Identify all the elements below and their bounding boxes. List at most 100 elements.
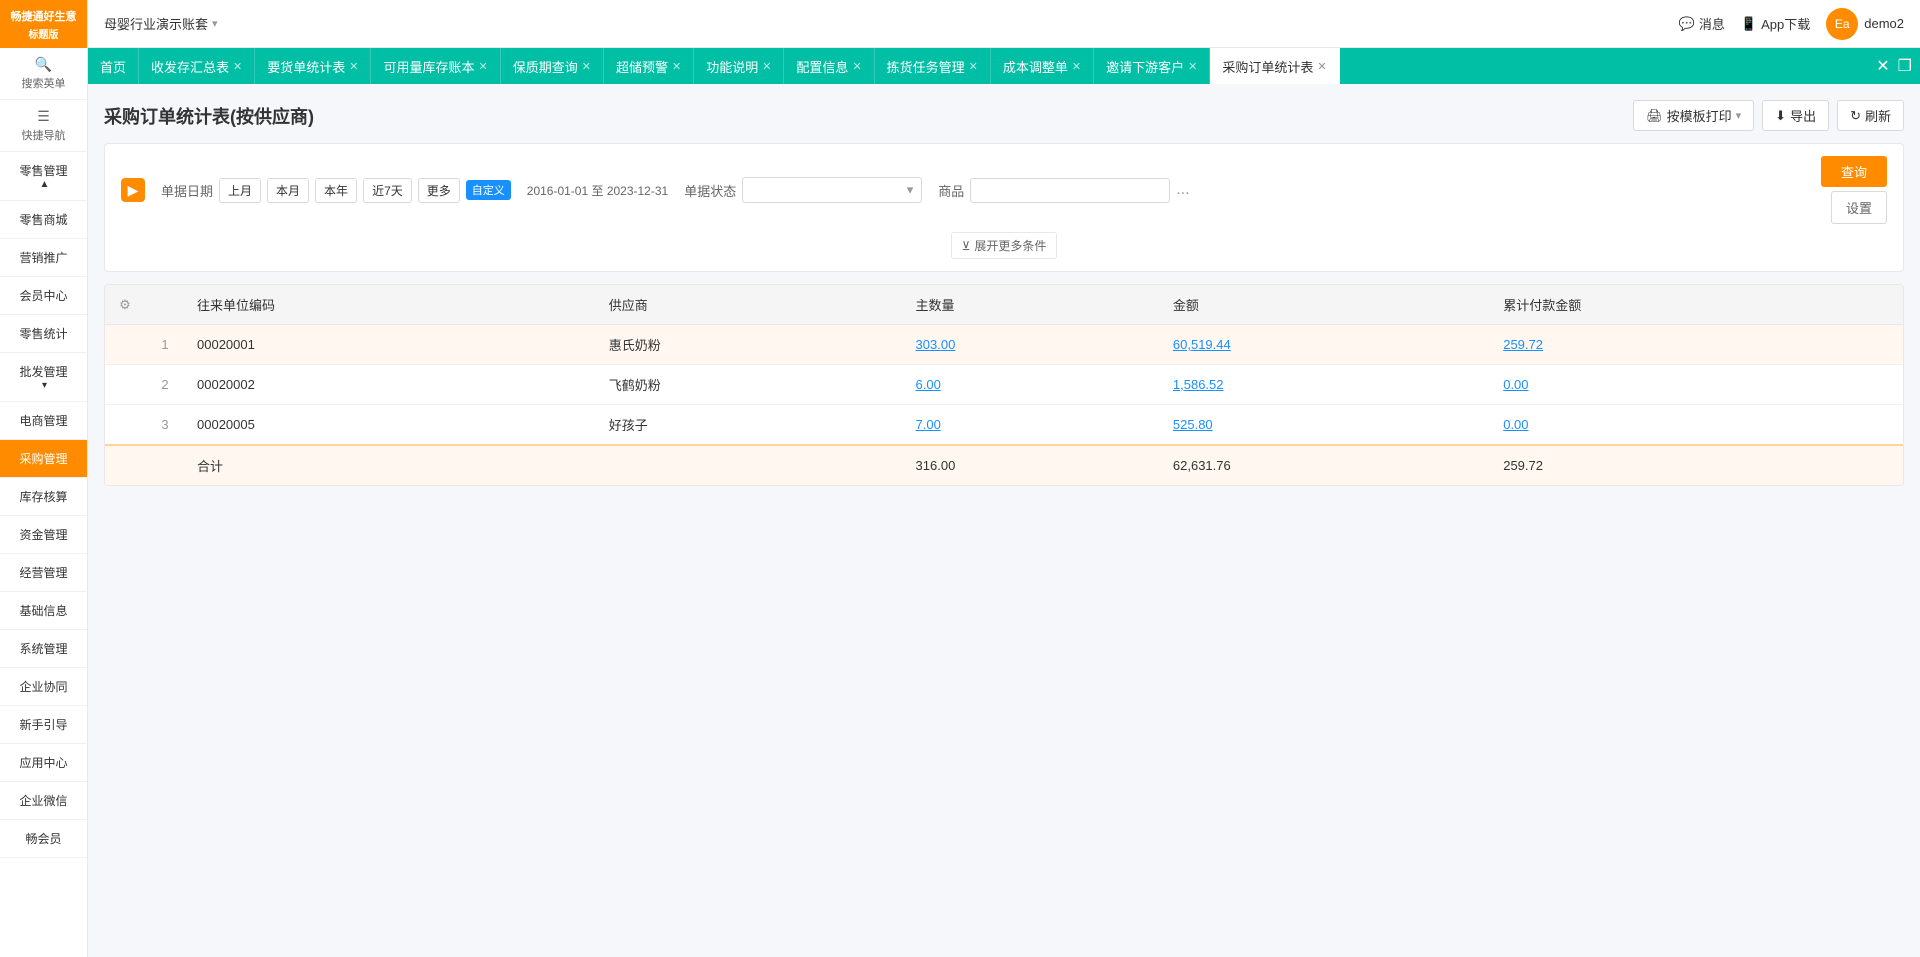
- settings-icon[interactable]: ⚙: [119, 297, 131, 312]
- sidebar-item-search[interactable]: 🔍 搜索英单: [0, 48, 87, 100]
- sidebar-item-wechat[interactable]: 企业微信: [0, 782, 87, 820]
- sidebar-item-retail[interactable]: 零售管理 ▲: [0, 152, 87, 201]
- row-qty[interactable]: 7.00: [904, 405, 1161, 446]
- tab-close-icon[interactable]: ✕: [1317, 60, 1326, 73]
- sidebar-item-member[interactable]: 会员中心: [0, 277, 87, 315]
- sidebar-item-system[interactable]: 系统管理: [0, 630, 87, 668]
- refresh-button[interactable]: ↻ 刷新: [1837, 100, 1904, 131]
- chevron-down-icon: ▾: [1736, 109, 1742, 122]
- date-last-month-btn[interactable]: 上月: [219, 178, 261, 203]
- sidebar-item-retail-shop[interactable]: 零售商城: [0, 201, 87, 239]
- sidebar-item-finance[interactable]: 资金管理: [0, 516, 87, 554]
- user-menu[interactable]: Ea demo2: [1826, 8, 1904, 40]
- tab-yaoqing[interactable]: 邀请下游客户 ✕: [1094, 48, 1210, 84]
- row-amount[interactable]: 525.80: [1161, 405, 1491, 446]
- tab-close-icon[interactable]: ✕: [479, 60, 488, 73]
- sidebar-item-vip[interactable]: 畅会员: [0, 820, 87, 858]
- expand-more-button[interactable]: ⊻ 展开更多条件: [951, 232, 1058, 259]
- ellipsis-icon[interactable]: ...: [1176, 181, 1189, 199]
- mobile-icon: 📱: [1741, 16, 1757, 32]
- chevron-down-icon: ▲: [40, 179, 50, 190]
- sidebar-item-newguide[interactable]: 新手引导: [0, 706, 87, 744]
- date-more-btn[interactable]: 更多: [418, 178, 460, 203]
- custom-date-badge: 自定义: [466, 180, 511, 200]
- tab-close-icon[interactable]: ✕: [233, 60, 242, 73]
- date-7days-btn[interactable]: 近7天: [363, 178, 412, 203]
- date-this-month-btn[interactable]: 本月: [267, 178, 309, 203]
- sidebar-item-operations[interactable]: 经营管理: [0, 554, 87, 592]
- row-paid[interactable]: 0.00: [1491, 405, 1903, 446]
- sidebar-item-retail-stats[interactable]: 零售统计: [0, 315, 87, 353]
- sidebar-item-ecommerce[interactable]: 电商管理: [0, 402, 87, 440]
- app-label: App下载: [1761, 14, 1810, 33]
- print-button[interactable]: 🖨 按模板打印 ▾: [1633, 100, 1754, 131]
- search-button[interactable]: 查询: [1821, 156, 1887, 187]
- restore-window-icon[interactable]: ❐: [1898, 56, 1912, 76]
- footer-label: 合计: [185, 445, 904, 485]
- row-qty[interactable]: 303.00: [904, 325, 1161, 365]
- row-amount[interactable]: 60,519.44: [1161, 325, 1491, 365]
- row-amount[interactable]: 1,586.52: [1161, 365, 1491, 405]
- tab-keyongliang[interactable]: 可用量库存账本 ✕: [371, 48, 500, 84]
- tab-close-icon[interactable]: ✕: [762, 60, 771, 73]
- workspace-selector[interactable]: 母婴行业演示账套 ▾: [104, 14, 218, 33]
- column-amount: 金额: [1161, 285, 1491, 325]
- tab-chengben[interactable]: 成本调整单 ✕: [991, 48, 1094, 84]
- settings-button[interactable]: 设置: [1831, 191, 1887, 224]
- date-filter-group: 单据日期 上月 本月 本年 近7天 更多 自定义: [161, 178, 511, 203]
- date-this-year-btn[interactable]: 本年: [315, 178, 357, 203]
- tab-home[interactable]: 首页: [88, 48, 139, 84]
- page-header: 采购订单统计表(按供应商) 🖨 按模板打印 ▾ ⬇ 导出 ↻ 刷新: [104, 100, 1904, 131]
- tab-close-icon[interactable]: ✕: [1072, 60, 1081, 73]
- sidebar-item-quicknav[interactable]: ☰ 快捷导航: [0, 100, 87, 152]
- row-paid[interactable]: 0.00: [1491, 365, 1903, 405]
- page-actions: 🖨 按模板打印 ▾ ⬇ 导出 ↻ 刷新: [1633, 100, 1904, 131]
- avatar: Ea: [1826, 8, 1858, 40]
- filter-row: ▶ 单据日期 上月 本月 本年 近7天 更多 自定义 2016-01-01 至 …: [121, 156, 1887, 224]
- filter-toggle-button[interactable]: ▶: [121, 178, 145, 202]
- row-qty[interactable]: 6.00: [904, 365, 1161, 405]
- export-button[interactable]: ⬇ 导出: [1762, 100, 1829, 131]
- sidebar-item-basic[interactable]: 基础信息: [0, 592, 87, 630]
- row-paid[interactable]: 259.72: [1491, 325, 1903, 365]
- tab-caigou[interactable]: 采购订单统计表 ✕: [1210, 48, 1339, 84]
- tab-chaochuyujing[interactable]: 超储预警 ✕: [604, 48, 694, 84]
- tab-shoufahuihui[interactable]: 收发存汇总表 ✕: [139, 48, 255, 84]
- tab-zhehuo[interactable]: 拣货任务管理 ✕: [875, 48, 991, 84]
- table-row: 1 00020001 惠氏奶粉 303.00 60,519.44 259.72: [105, 325, 1903, 365]
- column-supplier-name: 供应商: [597, 285, 904, 325]
- purchase-table: ⚙ 往来单位编码 供应商 主数量 金额 累计付款金额 1 00020001: [105, 285, 1903, 485]
- sidebar-item-wholesale[interactable]: 批发管理 ▾: [0, 353, 87, 402]
- tab-close-icon[interactable]: ✕: [969, 60, 978, 73]
- tab-close-icon[interactable]: ✕: [349, 60, 358, 73]
- goods-input[interactable]: [970, 178, 1170, 203]
- sidebar-item-marketing[interactable]: 营销推广: [0, 239, 87, 277]
- chevron-down-icon: ▾: [42, 380, 47, 391]
- tab-gongneng[interactable]: 功能说明 ✕: [694, 48, 784, 84]
- sidebar-item-appcenter[interactable]: 应用中心: [0, 744, 87, 782]
- sidebar-item-enterprise[interactable]: 企业协同: [0, 668, 87, 706]
- user-name: demo2: [1864, 16, 1904, 31]
- tab-close-icon[interactable]: ✕: [852, 60, 861, 73]
- footer-amount: 62,631.76: [1161, 445, 1491, 485]
- page-title: 采购订单统计表(按供应商): [104, 103, 314, 129]
- column-index: [145, 285, 185, 325]
- tab-close-icon[interactable]: ✕: [582, 60, 591, 73]
- status-select[interactable]: ▾: [742, 177, 922, 203]
- row-supplier-code: 00020005: [185, 405, 597, 446]
- sidebar-item-purchase[interactable]: 采购管理: [0, 440, 87, 478]
- tab-baozhi[interactable]: 保质期查询 ✕: [501, 48, 604, 84]
- date-range-display: 2016-01-01 至 2023-12-31: [527, 182, 668, 199]
- tab-yaohuo[interactable]: 要货单统计表 ✕: [255, 48, 371, 84]
- footer-spacer: [105, 445, 185, 485]
- close-all-tabs-icon[interactable]: ✕: [1876, 56, 1889, 76]
- app-download-button[interactable]: 📱 App下载: [1741, 14, 1810, 33]
- sidebar-item-inventory[interactable]: 库存核算: [0, 478, 87, 516]
- message-label: 消息: [1699, 14, 1725, 33]
- tab-peizhi[interactable]: 配置信息 ✕: [784, 48, 874, 84]
- row-index: 1: [145, 325, 185, 365]
- message-button[interactable]: 💬 消息: [1679, 14, 1725, 33]
- refresh-icon: ↻: [1850, 108, 1861, 124]
- tab-close-icon[interactable]: ✕: [672, 60, 681, 73]
- tab-close-icon[interactable]: ✕: [1188, 60, 1197, 73]
